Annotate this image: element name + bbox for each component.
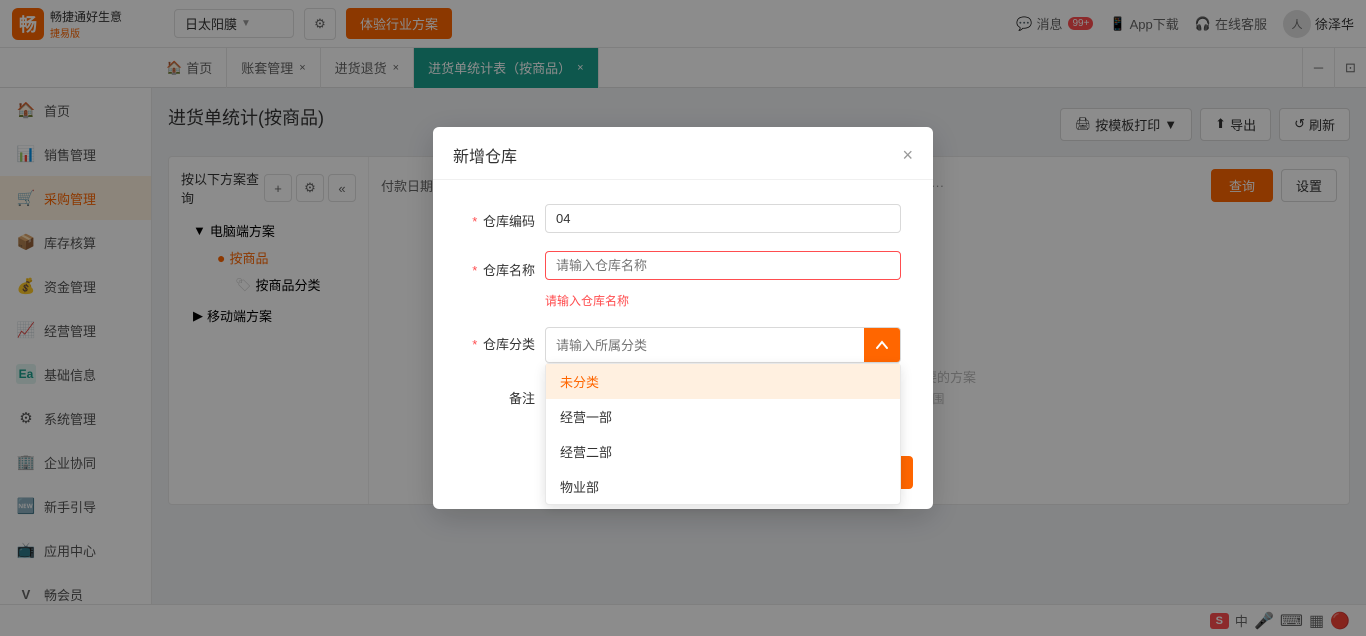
category-dropdown-list: 未分类 经营一部 经营二部 物业部: [545, 363, 901, 505]
field-row-name-inner: * 仓库名称: [465, 251, 901, 280]
category-required-star: *: [472, 337, 477, 352]
modal-close-button[interactable]: ×: [902, 145, 913, 166]
code-required-star: *: [472, 214, 477, 229]
dropdown-option-dept2[interactable]: 经营二部: [546, 434, 900, 469]
modal-add-warehouse: 新增仓库 × * 仓库编码 * 仓库名称: [433, 127, 933, 509]
category-dropdown-wrapper: 未分类 经营一部 经营二部 物业部: [545, 327, 901, 363]
field-row-category: * 仓库分类 未分类 经营一部 经: [465, 327, 901, 363]
dropdown-option-dept1[interactable]: 经营一部: [546, 399, 900, 434]
modal-title: 新增仓库: [453, 143, 517, 167]
note-label: 备注: [465, 381, 535, 407]
field-row-code: * 仓库编码: [465, 204, 901, 233]
chevron-up-icon: [875, 338, 889, 352]
code-input[interactable]: [545, 204, 901, 233]
name-input[interactable]: [545, 251, 901, 280]
category-dropdown-arrow[interactable]: [864, 328, 900, 362]
modal-body: * 仓库编码 * 仓库名称 请输入仓库名称: [433, 180, 933, 444]
dropdown-option-property[interactable]: 物业部: [546, 469, 900, 504]
category-dropdown-input-row: [545, 327, 901, 363]
name-error-row: 请输入仓库名称: [545, 292, 629, 309]
modal-header: 新增仓库 ×: [433, 127, 933, 180]
category-input[interactable]: [546, 332, 864, 359]
field-row-name: * 仓库名称 请输入仓库名称: [465, 251, 901, 309]
name-error-msg: 请输入仓库名称: [545, 294, 629, 308]
name-label: * 仓库名称: [465, 253, 535, 279]
dropdown-option-none[interactable]: 未分类: [546, 364, 900, 399]
category-label: * 仓库分类: [465, 327, 535, 353]
code-label: * 仓库编码: [465, 204, 535, 230]
name-required-star: *: [472, 263, 477, 278]
modal-overlay[interactable]: 新增仓库 × * 仓库编码 * 仓库名称: [0, 0, 1366, 636]
